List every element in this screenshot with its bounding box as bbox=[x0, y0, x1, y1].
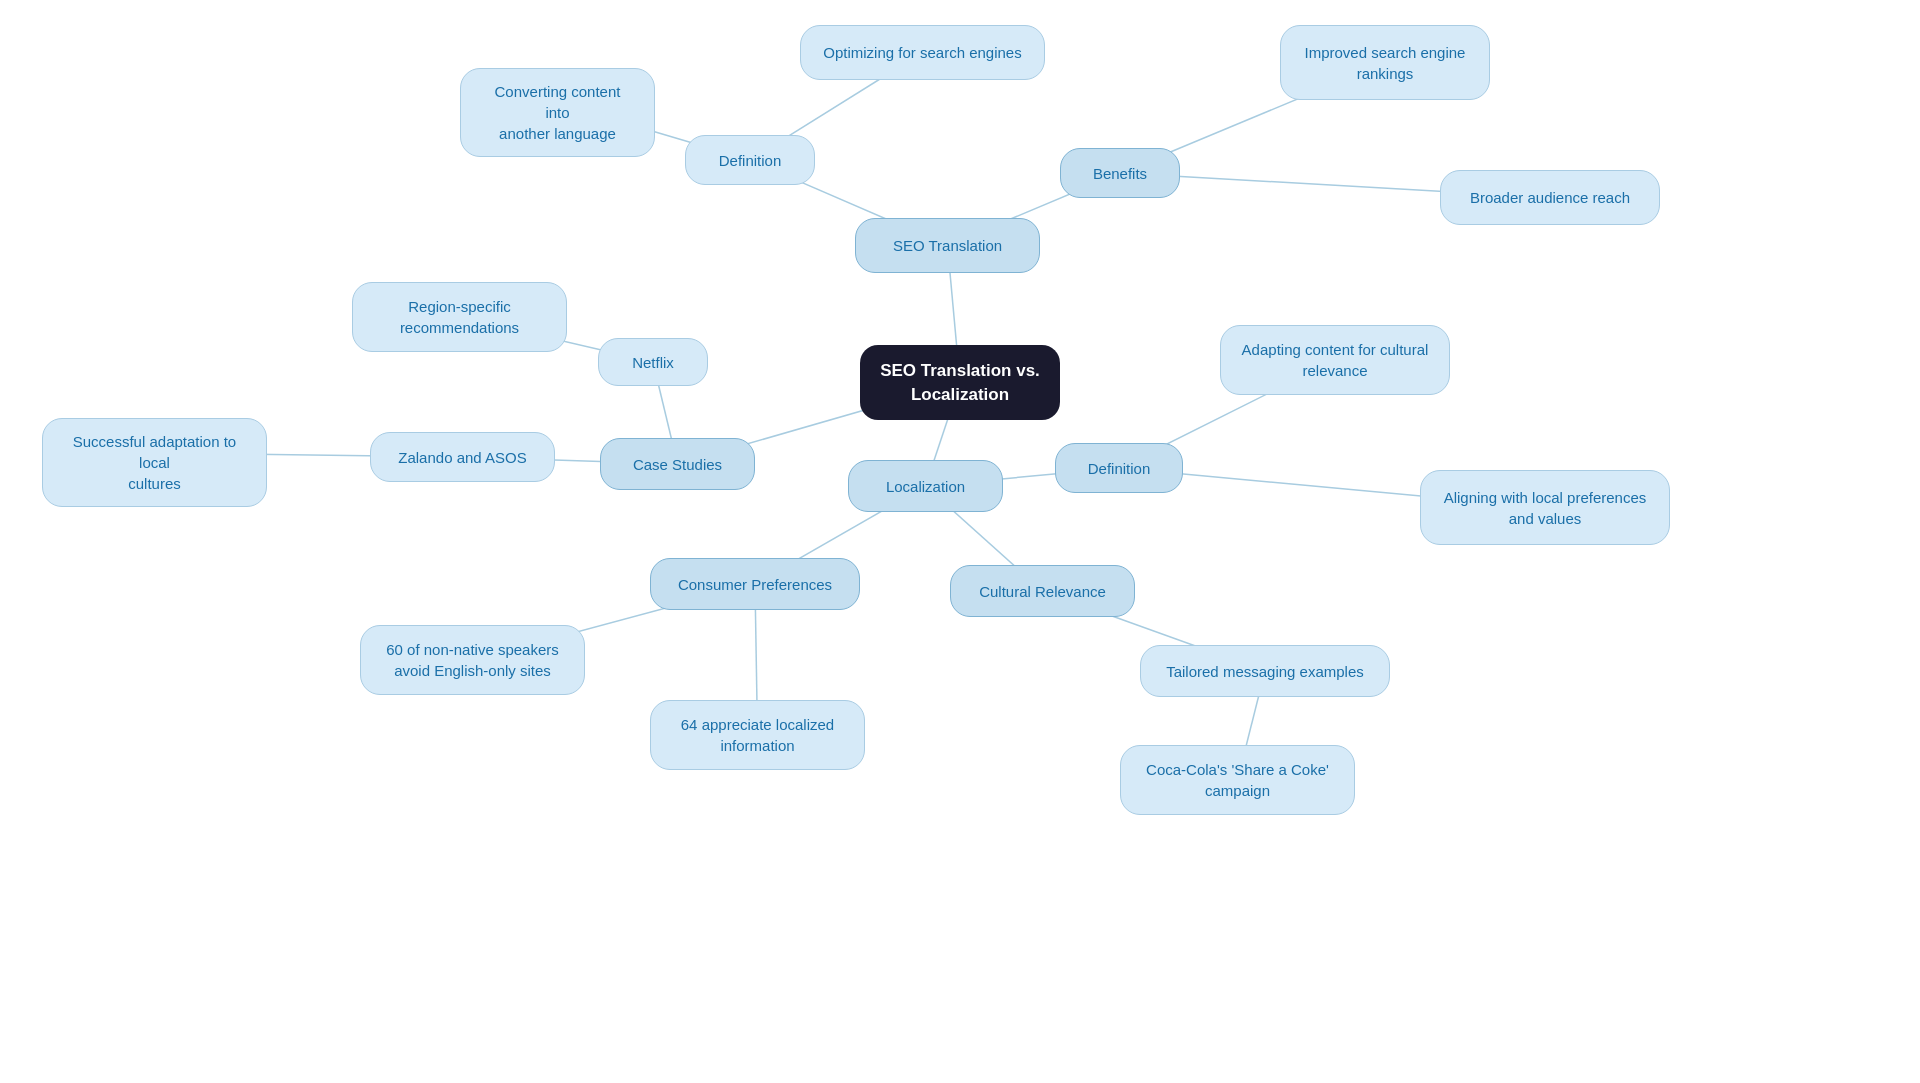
node-consumer-prefs: Consumer Preferences bbox=[650, 558, 860, 610]
node-netflix: Netflix bbox=[598, 338, 708, 386]
node-definition-seo: Definition bbox=[685, 135, 815, 185]
node-definition-loc: Definition bbox=[1055, 443, 1183, 493]
node-center: SEO Translation vs.Localization bbox=[860, 345, 1060, 420]
node-successful-adaptation: Successful adaptation to localcultures bbox=[42, 418, 267, 507]
node-broader-audience: Broader audience reach bbox=[1440, 170, 1660, 225]
node-aligning-local: Aligning with local preferencesand value… bbox=[1420, 470, 1670, 545]
node-localization: Localization bbox=[848, 460, 1003, 512]
node-optimizing-search: Optimizing for search engines bbox=[800, 25, 1045, 80]
node-coca-cola: Coca-Cola's 'Share a Coke'campaign bbox=[1120, 745, 1355, 815]
node-improved-rankings: Improved search enginerankings bbox=[1280, 25, 1490, 100]
node-adapting-content: Adapting content for culturalrelevance bbox=[1220, 325, 1450, 395]
node-non-native: 60 of non-native speakersavoid English-o… bbox=[360, 625, 585, 695]
node-case-studies: Case Studies bbox=[600, 438, 755, 490]
node-cultural-relevance: Cultural Relevance bbox=[950, 565, 1135, 617]
node-region-specific: Region-specificrecommendations bbox=[352, 282, 567, 352]
node-tailored-messaging: Tailored messaging examples bbox=[1140, 645, 1390, 697]
node-zalando-asos: Zalando and ASOS bbox=[370, 432, 555, 482]
node-benefits: Benefits bbox=[1060, 148, 1180, 198]
node-converting-content: Converting content intoanother language bbox=[460, 68, 655, 157]
node-seo-translation: SEO Translation bbox=[855, 218, 1040, 273]
node-appreciate-localized: 64 appreciate localizedinformation bbox=[650, 700, 865, 770]
